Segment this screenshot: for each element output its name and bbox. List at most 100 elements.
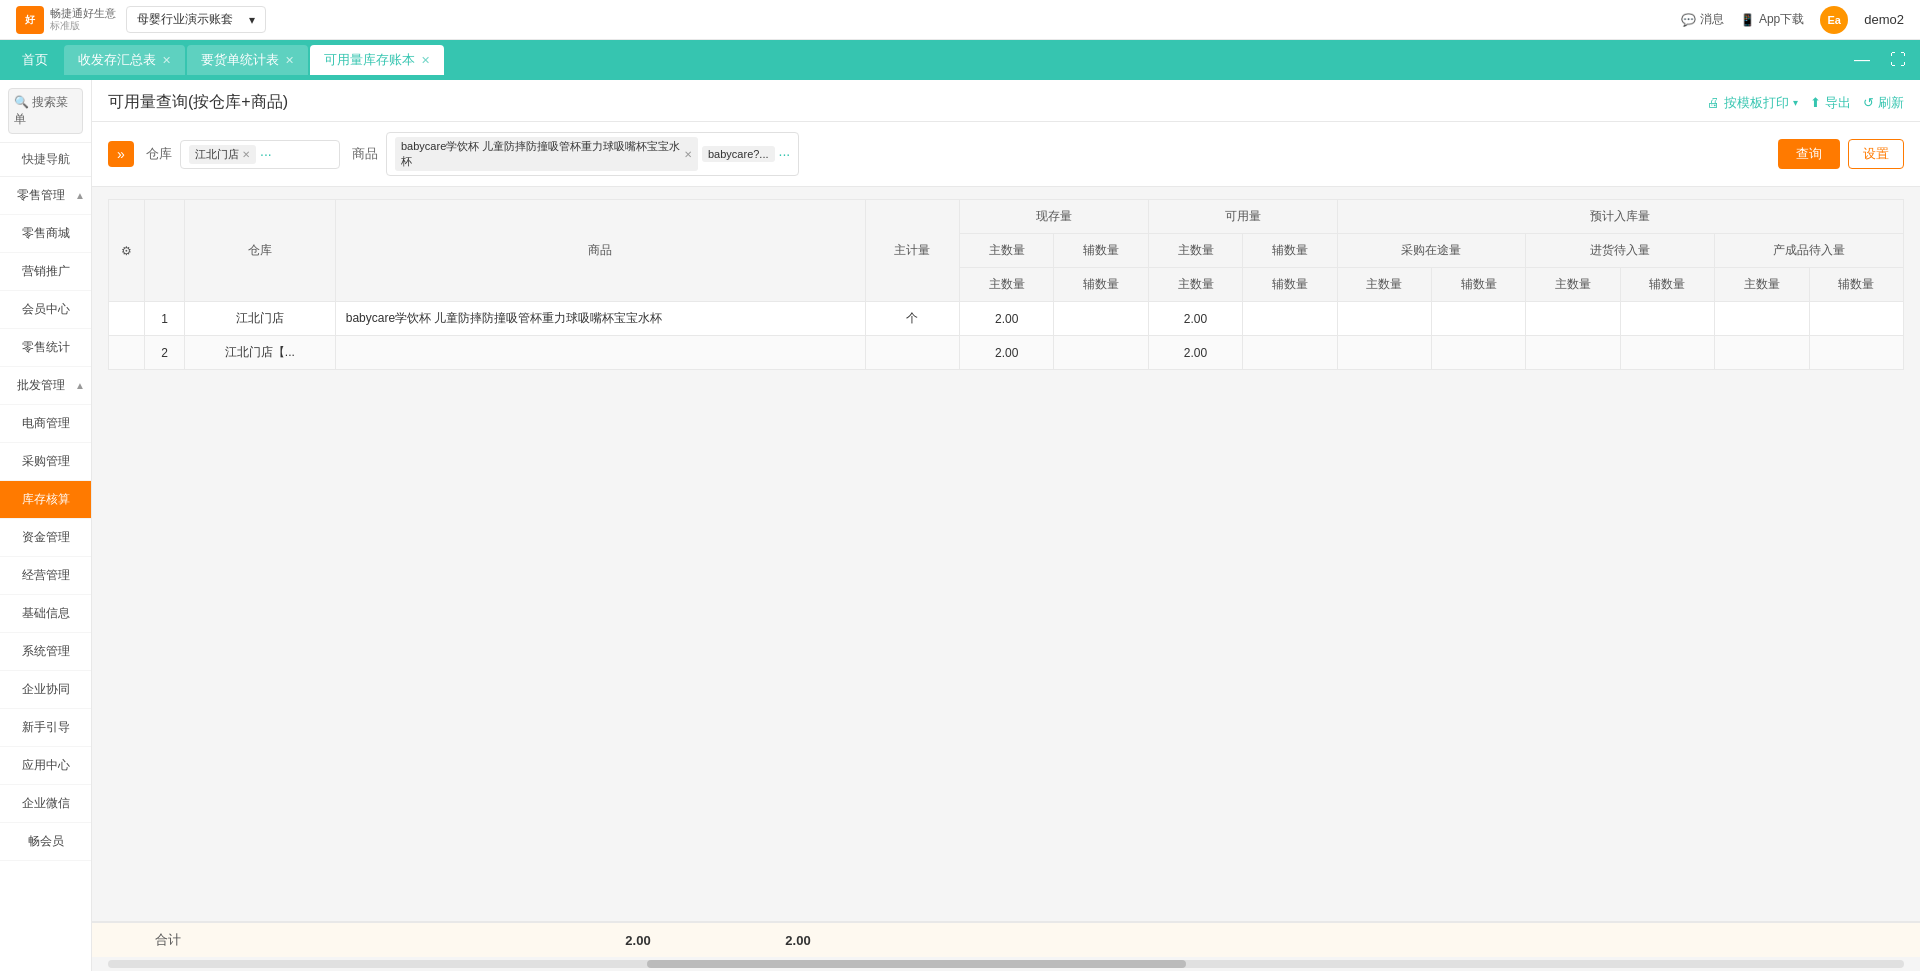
- row-unit-2: [865, 336, 959, 370]
- sidebar-item-finance[interactable]: 资金管理: [0, 519, 91, 557]
- row-cur-aux-1: [1054, 302, 1148, 336]
- scroll-thumb[interactable]: [647, 960, 1186, 968]
- page-title: 可用量查询(按仓库+商品): [108, 92, 288, 113]
- top-bar-left: 好 畅捷通好生意 标准版 母婴行业演示账套 ▾: [16, 6, 266, 34]
- minimize-icon[interactable]: —: [1848, 49, 1876, 71]
- top-bar: 好 畅捷通好生意 标准版 母婴行业演示账套 ▾ 💬 消息 📱 App下载 Ea …: [0, 0, 1920, 40]
- tab-close-receipt[interactable]: ✕: [162, 54, 171, 67]
- product-input[interactable]: babycare学饮杯 儿童防摔防撞吸管杯重力球吸嘴杯宝宝水杯 ✕ babyca…: [386, 132, 799, 176]
- avail-aux-header: 辅数量: [1243, 234, 1337, 268]
- row-num-2: 2: [145, 336, 185, 370]
- sidebar: 🔍 搜索菜单 快捷导航 零售管理 ▲ 零售商城 营销推广 会员中心 零售统计 批…: [0, 80, 92, 971]
- filter-expand-btn[interactable]: »: [108, 141, 134, 167]
- warehouse-tag-remove[interactable]: ✕: [242, 149, 250, 160]
- av-main-sub: 主数量: [1148, 268, 1242, 302]
- table-row: 1 江北门店 babycare学饮杯 儿童防摔防撞吸管杯重力球吸嘴杯宝宝水杯 个…: [109, 302, 1904, 336]
- sidebar-item-ecommerce[interactable]: 电商管理: [0, 405, 91, 443]
- settings-button[interactable]: 设置: [1848, 139, 1904, 169]
- sidebar-item-retail-stats[interactable]: 零售统计: [0, 329, 91, 367]
- export-btn[interactable]: ⬆ 导出: [1810, 94, 1851, 112]
- cs-aux-sub: 辅数量: [1054, 268, 1148, 302]
- pur-transit-header: 采购在途量: [1337, 234, 1526, 268]
- pp-main-sub: 主数量: [1715, 268, 1809, 302]
- row-pt-main-2: [1337, 336, 1431, 370]
- print-template-btn[interactable]: 🖨 按模板打印 ▾: [1707, 94, 1798, 112]
- expand-icon-wholesale: ▲: [75, 380, 85, 391]
- sidebar-item-retail-mall[interactable]: 零售商城: [0, 215, 91, 253]
- username-label: demo2: [1864, 12, 1904, 27]
- sidebar-item-wecom[interactable]: 企业微信: [0, 785, 91, 823]
- sidebar-item-member2[interactable]: 畅会员: [0, 823, 91, 861]
- print-chevron-icon: ▾: [1793, 97, 1798, 108]
- avail-main-header: 主数量: [1148, 234, 1242, 268]
- warehouse-input[interactable]: 江北门店 ✕ ···: [180, 140, 340, 169]
- filter-bar: » 仓库 江北门店 ✕ ··· 商品 babycare学饮杯 儿童防摔防撞吸管杯…: [92, 122, 1920, 187]
- pt-aux-sub: 辅数量: [1431, 268, 1525, 302]
- nav-bar-actions: — ⛶: [1848, 49, 1912, 71]
- logo-icon: 好: [16, 6, 44, 34]
- sidebar-item-ops[interactable]: 经营管理: [0, 557, 91, 595]
- cs-main-sub: 主数量: [960, 268, 1054, 302]
- warehouse-filter-group: 仓库 江北门店 ✕ ···: [146, 140, 340, 169]
- total-label: 合计: [108, 931, 378, 949]
- row-num-1: 1: [145, 302, 185, 336]
- sidebar-item-system[interactable]: 系统管理: [0, 633, 91, 671]
- row-unit-1: 个: [865, 302, 959, 336]
- gear-icon[interactable]: ⚙: [121, 244, 132, 258]
- sidebar-item-enterprise[interactable]: 企业协同: [0, 671, 91, 709]
- sidebar-item-wholesale[interactable]: 批发管理 ▲: [0, 367, 91, 405]
- sidebar-search-area: 🔍 搜索菜单: [0, 80, 91, 143]
- row-ip-main-2: [1526, 336, 1620, 370]
- tab-order-stats[interactable]: 要货单统计表 ✕: [187, 45, 308, 75]
- in-pending-header: 进货待入量: [1526, 234, 1715, 268]
- message-icon: 💬: [1681, 13, 1696, 27]
- quick-nav-btn[interactable]: 快捷导航: [0, 143, 91, 177]
- page-header-actions: 🖨 按模板打印 ▾ ⬆ 导出 ↺ 刷新: [1707, 94, 1904, 112]
- row-av-main-1: 2.00: [1148, 302, 1242, 336]
- row-ip-aux-1: [1620, 302, 1714, 336]
- sidebar-item-retail[interactable]: 零售管理 ▲: [0, 177, 91, 215]
- search-menu-btn[interactable]: 🔍 搜索菜单: [8, 88, 83, 134]
- sidebar-item-newbie[interactable]: 新手引导: [0, 709, 91, 747]
- expand-icon-retail: ▲: [75, 190, 85, 201]
- sidebar-item-base[interactable]: 基础信息: [0, 595, 91, 633]
- ip-main-sub: 主数量: [1526, 268, 1620, 302]
- refresh-icon: ↺: [1863, 95, 1874, 110]
- tab-available-stock[interactable]: 可用量库存账本 ✕: [310, 45, 444, 75]
- top-bar-right: 💬 消息 📱 App下载 Ea demo2: [1681, 6, 1904, 34]
- row-cur-main-2: 2.00: [960, 336, 1054, 370]
- tab-home[interactable]: 首页: [8, 45, 62, 75]
- row-warehouse-2: 江北门店【...: [185, 336, 336, 370]
- row-pp-main-1: [1715, 302, 1809, 336]
- product-more-icon[interactable]: ···: [779, 146, 791, 162]
- gear-header: ⚙: [109, 200, 145, 302]
- sidebar-item-purchase[interactable]: 采购管理: [0, 443, 91, 481]
- tab-close-order[interactable]: ✕: [285, 54, 294, 67]
- tab-receipt-summary[interactable]: 收发存汇总表 ✕: [64, 45, 185, 75]
- current-aux-header: 辅数量: [1054, 234, 1148, 268]
- app-download-btn[interactable]: 📱 App下载: [1740, 11, 1804, 28]
- maximize-icon[interactable]: ⛶: [1884, 49, 1912, 71]
- sidebar-item-marketing[interactable]: 营销推广: [0, 253, 91, 291]
- content-area: 可用量查询(按仓库+商品) 🖨 按模板打印 ▾ ⬆ 导出 ↺ 刷新 »: [92, 80, 1920, 971]
- sidebar-item-member[interactable]: 会员中心: [0, 291, 91, 329]
- warehouse-more-icon[interactable]: ···: [260, 146, 272, 162]
- industry-selector[interactable]: 母婴行业演示账套 ▾: [126, 6, 266, 33]
- tab-close-available[interactable]: ✕: [421, 54, 430, 67]
- product-filter-group: 商品 babycare学饮杯 儿童防摔防撞吸管杯重力球吸嘴杯宝宝水杯 ✕ bab…: [352, 132, 799, 176]
- row-pt-aux-2: [1431, 336, 1525, 370]
- product-tag-0-remove[interactable]: ✕: [684, 149, 692, 160]
- row-pt-aux-1: [1431, 302, 1525, 336]
- message-btn[interactable]: 💬 消息: [1681, 11, 1724, 28]
- query-button[interactable]: 查询: [1778, 139, 1840, 169]
- refresh-btn[interactable]: ↺ 刷新: [1863, 94, 1904, 112]
- scroll-track[interactable]: [108, 960, 1904, 968]
- product-tag-1: babycare?...: [702, 146, 775, 162]
- chevron-down-icon: ▾: [249, 13, 255, 27]
- row-product-2: [335, 336, 865, 370]
- row-gear: [109, 302, 145, 336]
- avatar[interactable]: Ea: [1820, 6, 1848, 34]
- av-aux-sub: 辅数量: [1243, 268, 1337, 302]
- sidebar-item-inventory[interactable]: 库存核算: [0, 481, 91, 519]
- sidebar-item-appstore[interactable]: 应用中心: [0, 747, 91, 785]
